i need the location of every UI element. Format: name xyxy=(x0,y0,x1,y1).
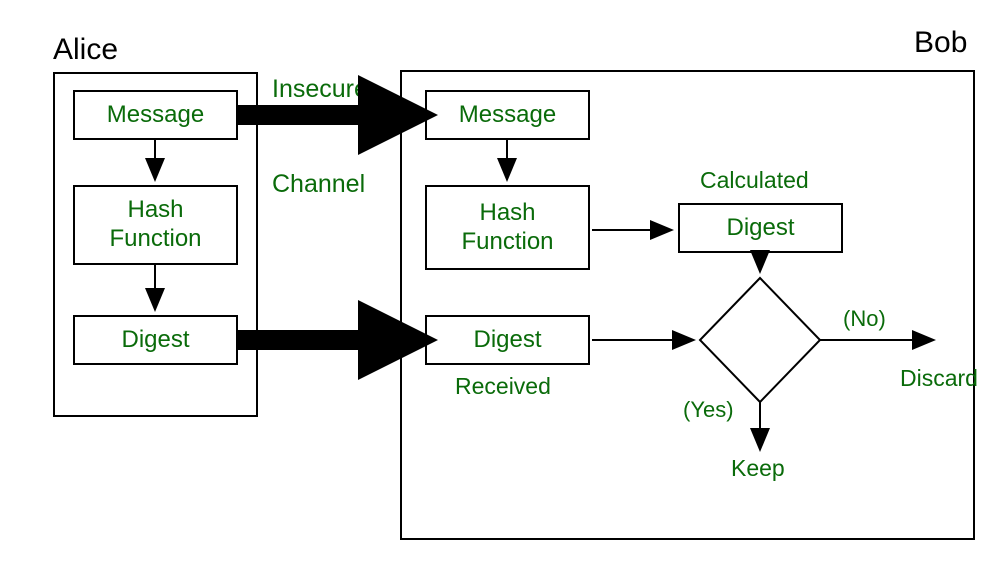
alice-message-text: Message xyxy=(107,101,204,130)
yes-label: (Yes) xyxy=(683,397,734,423)
bob-calc-digest-text: Digest xyxy=(726,214,794,243)
alice-title: Alice xyxy=(53,33,118,67)
calculated-label: Calculated xyxy=(700,167,809,194)
bob-message-text: Message xyxy=(459,101,556,130)
alice-hash-box: Hash Function xyxy=(73,185,238,265)
bob-hash-box: Hash Function xyxy=(425,185,590,270)
bob-container xyxy=(400,70,975,540)
bob-recv-digest-text: Digest xyxy=(473,326,541,355)
bob-calc-digest-box: Digest xyxy=(678,203,843,253)
channel-label: Channel xyxy=(272,170,365,199)
decision-text: Same? xyxy=(725,326,801,354)
bob-message-box: Message xyxy=(425,90,590,140)
alice-digest-text: Digest xyxy=(121,326,189,355)
bob-hash-text: Hash Function xyxy=(461,199,553,257)
alice-hash-text: Hash Function xyxy=(109,196,201,254)
no-label: (No) xyxy=(843,306,886,332)
bob-title: Bob xyxy=(914,26,967,60)
received-label: Received xyxy=(455,373,551,400)
bob-recv-digest-box: Digest xyxy=(425,315,590,365)
alice-digest-box: Digest xyxy=(73,315,238,365)
insecure-label: Insecure xyxy=(272,75,368,104)
discard-label: Discard xyxy=(900,365,978,392)
keep-label: Keep xyxy=(731,455,785,482)
alice-message-box: Message xyxy=(73,90,238,140)
